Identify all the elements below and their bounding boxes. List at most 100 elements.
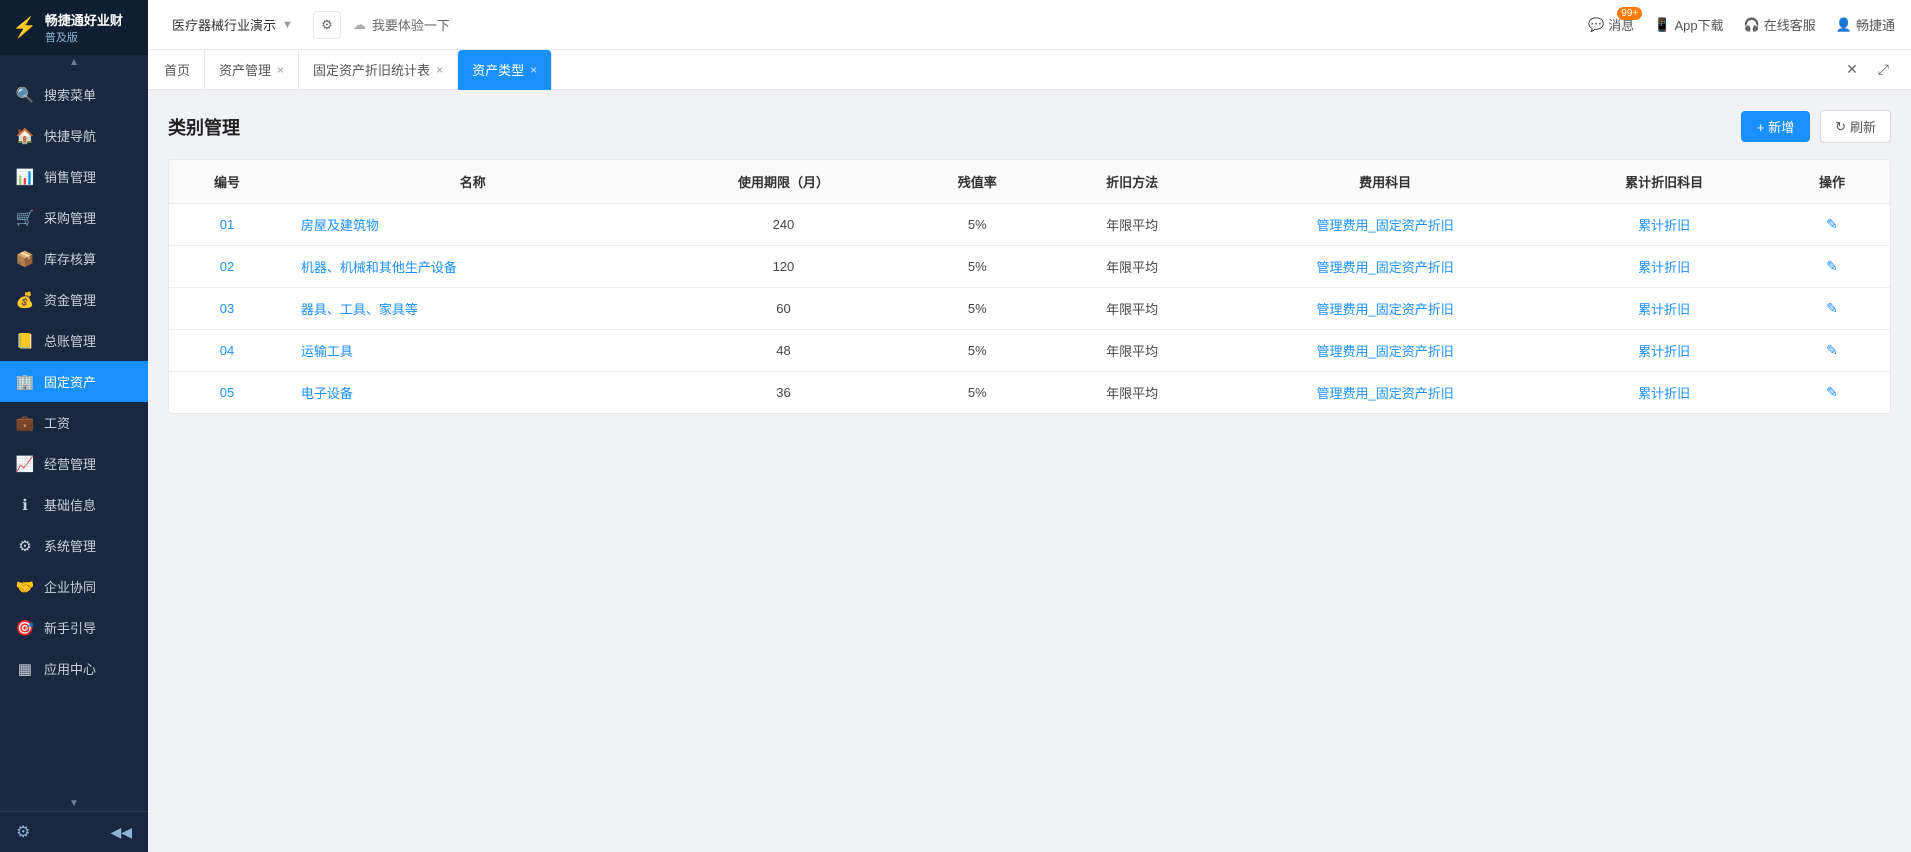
edit-icon[interactable]: ✎ (1826, 216, 1838, 232)
cell-method: 年限平均 (1048, 372, 1216, 414)
page-title: 类别管理 (168, 114, 240, 140)
table-row: 02 机器、机械和其他生产设备 120 5% 年限平均 管理费用_固定资产折旧 … (169, 246, 1890, 288)
cell-id: 04 (169, 330, 285, 372)
cell-action: ✎ (1774, 246, 1890, 288)
app-selector[interactable]: 医疗器械行业演示 ▼ (164, 11, 301, 38)
tab-asset-mgmt-label: 资产管理 (219, 60, 271, 79)
sidebar-item-operation[interactable]: 📈 经营管理 (0, 443, 148, 484)
experience-button[interactable]: ☁ 我要体验一下 (353, 15, 450, 34)
sidebar-label-sales: 销售管理 (44, 167, 96, 186)
sidebar-label-operation: 经营管理 (44, 454, 96, 473)
tab-asset-type[interactable]: 资产类型 × (458, 50, 552, 90)
sidebar-nav: 🔍 搜索菜单 🏠 快捷导航 📊 销售管理 🛒 采购管理 📦 库存核算 💰 资金管… (0, 70, 148, 796)
capital-icon: 💰 (16, 291, 34, 309)
inventory-icon: 📦 (16, 250, 34, 268)
cell-accumulated-subject: 累计折旧 (1554, 372, 1774, 414)
user-label: 畅捷通 (1856, 15, 1895, 34)
sidebar-item-quick-nav[interactable]: 🏠 快捷导航 (0, 115, 148, 156)
refresh-button[interactable]: ↻ 刷新 (1820, 110, 1891, 143)
cell-id: 02 (169, 246, 285, 288)
col-period: 使用期限（月） (661, 160, 907, 204)
tabbar: 首页 资产管理 × 固定资产折旧统计表 × 资产类型 × ✕ ⤢ (148, 50, 1911, 90)
cell-residual-rate: 5% (906, 330, 1048, 372)
cell-method: 年限平均 (1048, 288, 1216, 330)
sidebar-item-ledger[interactable]: 📒 总账管理 (0, 320, 148, 361)
sidebar-label-ledger: 总账管理 (44, 331, 96, 350)
salary-icon: 💼 (16, 414, 34, 432)
cell-expense-subject: 管理费用_固定资产折旧 (1216, 288, 1554, 330)
sidebar-label-salary: 工资 (44, 413, 70, 432)
sidebar-item-purchase[interactable]: 🛒 采购管理 (0, 197, 148, 238)
sidebar-item-salary[interactable]: 💼 工资 (0, 402, 148, 443)
cell-name: 器具、工具、家具等 (285, 288, 661, 330)
cell-action: ✎ (1774, 288, 1890, 330)
tab-depreciation[interactable]: 固定资产折旧统计表 × (299, 50, 458, 90)
basic-info-icon: ℹ (16, 496, 34, 514)
cell-accumulated-subject: 累计折旧 (1554, 330, 1774, 372)
customer-service-action[interactable]: 🎧 在线客服 (1744, 15, 1816, 34)
user-action[interactable]: 👤 畅捷通 (1836, 15, 1895, 34)
cell-method: 年限平均 (1048, 246, 1216, 288)
tab-controls: ✕ ⤢ (1840, 59, 1895, 80)
app-center-icon: ▦ (16, 660, 34, 678)
cell-id: 03 (169, 288, 285, 330)
ledger-icon: 📒 (16, 332, 34, 350)
sidebar-item-sales[interactable]: 📊 销售管理 (0, 156, 148, 197)
fixed-asset-icon: 🏢 (16, 373, 34, 391)
edit-icon[interactable]: ✎ (1826, 384, 1838, 400)
sidebar-item-guide[interactable]: 🎯 新手引导 (0, 607, 148, 648)
cell-name: 机器、机械和其他生产设备 (285, 246, 661, 288)
sidebar-header: ⚡ 畅捷通好业财 普及版 (0, 0, 148, 55)
cell-residual-rate: 5% (906, 372, 1048, 414)
topbar: 医疗器械行业演示 ▼ ⚙ ☁ 我要体验一下 💬 消息 99+ 📱 App下载 🎧… (148, 0, 1911, 50)
app-selector-label: 医疗器械行业演示 (172, 15, 276, 34)
sidebar-item-capital[interactable]: 💰 资金管理 (0, 279, 148, 320)
footer-settings-icon[interactable]: ⚙ (16, 822, 30, 842)
cell-period: 120 (661, 246, 907, 288)
cell-expense-subject: 管理费用_固定资产折旧 (1216, 330, 1554, 372)
edit-icon[interactable]: ✎ (1826, 300, 1838, 316)
cell-action: ✎ (1774, 372, 1890, 414)
table-row: 01 房屋及建筑物 240 5% 年限平均 管理费用_固定资产折旧 累计折旧 ✎ (169, 204, 1890, 246)
scroll-down-icon: ▼ (69, 798, 79, 809)
sidebar-label-inventory: 库存核算 (44, 249, 96, 268)
cell-accumulated-subject: 累计折旧 (1554, 246, 1774, 288)
sidebar-label-enterprise: 企业协同 (44, 577, 96, 596)
footer-collapse-icon[interactable]: ◀◀ (110, 824, 132, 841)
tab-home[interactable]: 首页 (164, 50, 205, 90)
app-download-action[interactable]: 📱 App下载 (1654, 15, 1723, 34)
sidebar-item-enterprise[interactable]: 🤝 企业协同 (0, 566, 148, 607)
page-header: 类别管理 + 新增 ↻ 刷新 (168, 110, 1891, 143)
sidebar-item-fixed-asset[interactable]: 🏢 固定资产 (0, 361, 148, 402)
sidebar-item-system[interactable]: ⚙ 系统管理 (0, 525, 148, 566)
tab-asset-mgmt[interactable]: 资产管理 × (205, 50, 299, 90)
sidebar-label-search: 搜索菜单 (44, 85, 96, 104)
sidebar-item-basic-info[interactable]: ℹ 基础信息 (0, 484, 148, 525)
sidebar-label-basic-info: 基础信息 (44, 495, 96, 514)
chevron-down-icon: ▼ (282, 19, 293, 31)
tab-asset-mgmt-close[interactable]: × (277, 64, 284, 76)
cell-period: 240 (661, 204, 907, 246)
edit-icon[interactable]: ✎ (1826, 258, 1838, 274)
sidebar-item-inventory[interactable]: 📦 库存核算 (0, 238, 148, 279)
edit-icon[interactable]: ✎ (1826, 342, 1838, 358)
cell-action: ✎ (1774, 330, 1890, 372)
refresh-icon: ↻ (1835, 119, 1846, 135)
cell-accumulated-subject: 累计折旧 (1554, 288, 1774, 330)
sidebar-label-app-center: 应用中心 (44, 659, 96, 678)
sidebar-item-search[interactable]: 🔍 搜索菜单 (0, 74, 148, 115)
tab-expand-icon[interactable]: ⤢ (1872, 59, 1895, 80)
cloud-icon: ☁ (353, 17, 366, 33)
topbar-settings-button[interactable]: ⚙ (313, 11, 341, 39)
sidebar-item-app-center[interactable]: ▦ 应用中心 (0, 648, 148, 689)
new-button[interactable]: + 新增 (1741, 111, 1810, 142)
tab-close-all-icon[interactable]: ✕ (1840, 59, 1864, 80)
scroll-up-icon: ▲ (69, 57, 79, 68)
download-icon: 📱 (1654, 17, 1670, 33)
refresh-label: 刷新 (1850, 117, 1876, 136)
cell-expense-subject: 管理费用_固定资产折旧 (1216, 204, 1554, 246)
message-action[interactable]: 💬 消息 99+ (1588, 15, 1634, 34)
message-icon: 💬 (1588, 17, 1604, 33)
tab-depreciation-close[interactable]: × (436, 64, 443, 76)
tab-asset-type-close[interactable]: × (530, 64, 537, 76)
